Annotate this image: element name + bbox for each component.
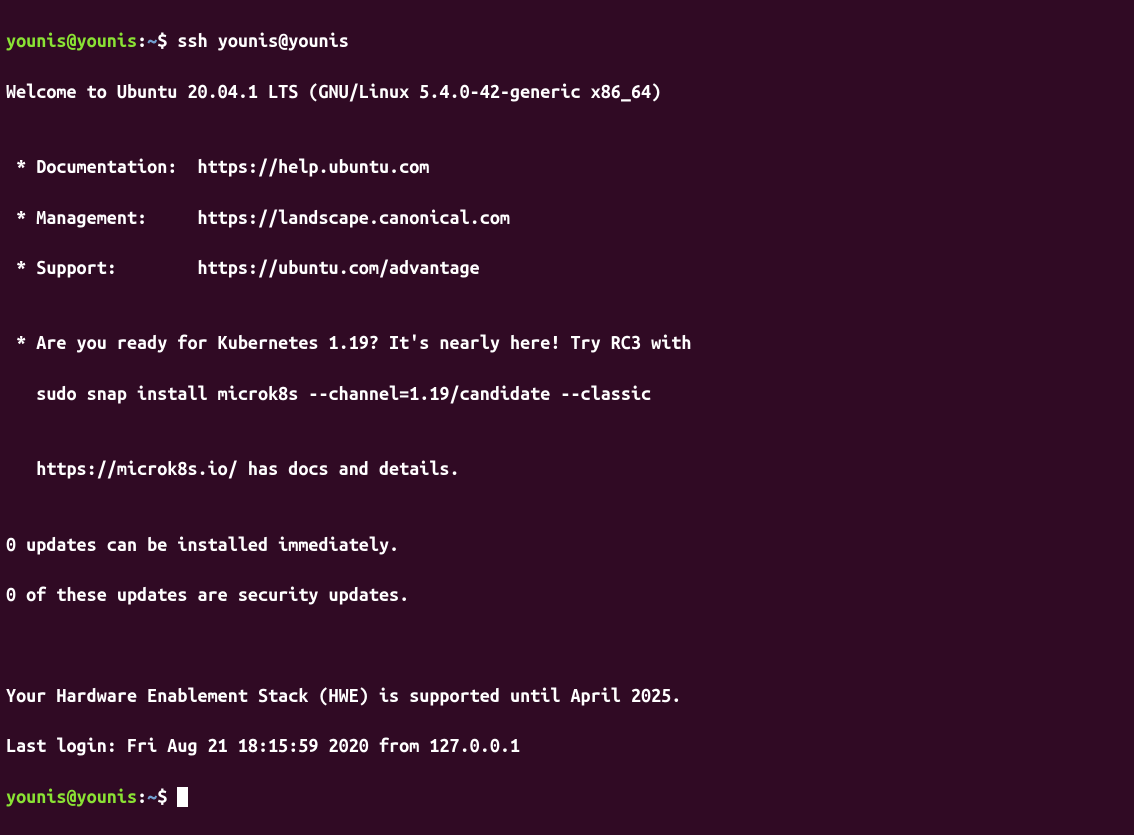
motd-last-login: Last login: Fri Aug 21 18:15:59 2020 fro…	[6, 734, 1128, 759]
prompt-separator: :	[137, 787, 147, 807]
prompt-line-2[interactable]: younis@younis:~$	[6, 785, 1128, 810]
prompt-dollar: $	[157, 787, 167, 807]
prompt-dollar: $	[157, 31, 167, 51]
motd-hwe: Your Hardware Enablement Stack (HWE) is …	[6, 684, 1128, 709]
motd-k8s-line1: * Are you ready for Kubernetes 1.19? It'…	[6, 331, 1128, 356]
motd-documentation: * Documentation: https://help.ubuntu.com	[6, 155, 1128, 180]
spacer	[167, 787, 177, 807]
prompt-path: ~	[147, 31, 157, 51]
terminal-cursor	[177, 787, 188, 807]
motd-management: * Management: https://landscape.canonica…	[6, 206, 1128, 231]
prompt-separator: :	[137, 31, 147, 51]
ssh-command: ssh younis@younis	[177, 31, 348, 51]
prompt-user-host: younis@younis	[6, 31, 137, 51]
command-text	[167, 31, 177, 51]
prompt-user-host: younis@younis	[6, 787, 137, 807]
motd-updates2: 0 of these updates are security updates.	[6, 583, 1128, 608]
prompt-path: ~	[147, 787, 157, 807]
motd-support: * Support: https://ubuntu.com/advantage	[6, 256, 1128, 281]
prompt-line-1: younis@younis:~$ ssh younis@younis	[6, 29, 1128, 54]
motd-k8s-line3: https://microk8s.io/ has docs and detail…	[6, 457, 1128, 482]
motd-updates1: 0 updates can be installed immediately.	[6, 533, 1128, 558]
motd-k8s-line2: sudo snap install microk8s --channel=1.1…	[6, 382, 1128, 407]
motd-welcome: Welcome to Ubuntu 20.04.1 LTS (GNU/Linux…	[6, 80, 1128, 105]
terminal-output[interactable]: younis@younis:~$ ssh younis@younis Welco…	[6, 4, 1128, 835]
